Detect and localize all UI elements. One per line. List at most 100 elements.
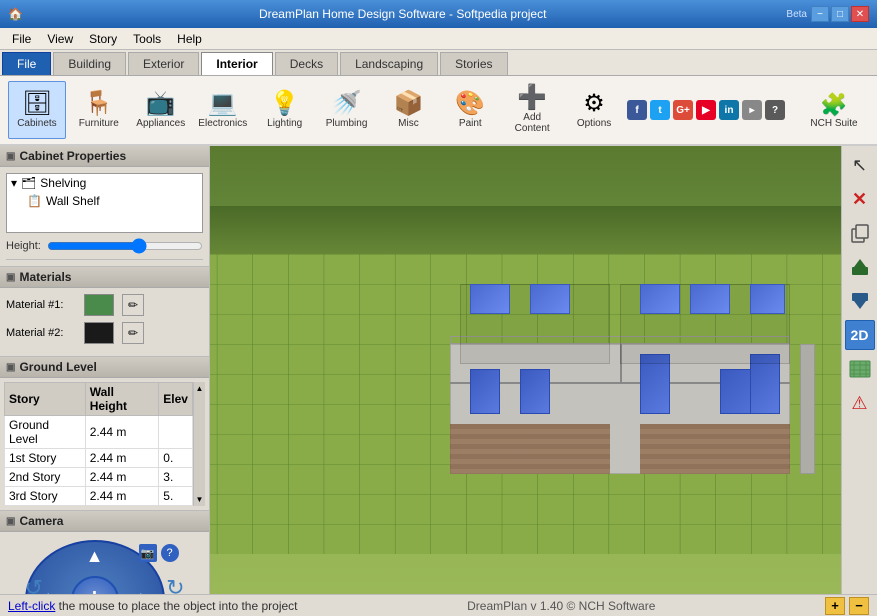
- viewport[interactable]: [210, 146, 841, 594]
- tool-lighting[interactable]: 💡 Lighting: [256, 81, 314, 139]
- cam-photo-button[interactable]: 📷: [139, 544, 157, 562]
- cursor-tool-button[interactable]: ↖: [845, 150, 875, 180]
- more-social-icon[interactable]: ▸: [742, 100, 762, 120]
- copy-tool-button[interactable]: [845, 218, 875, 248]
- level-down-button[interactable]: [845, 286, 875, 316]
- wall-height-val: 2.44 m: [85, 449, 159, 468]
- ground-level-section: ▣ Ground Level Story Wall Height Elev: [0, 357, 209, 511]
- level-up-button[interactable]: [845, 252, 875, 282]
- wall-height-val: 2.44 m: [85, 468, 159, 487]
- tool-paint[interactable]: 🎨 Paint: [441, 81, 499, 139]
- materials-header[interactable]: ▣ Materials: [0, 267, 209, 288]
- tool-options[interactable]: ⚙ Options: [565, 81, 623, 139]
- menu-file[interactable]: File: [4, 30, 39, 48]
- menu-view[interactable]: View: [39, 30, 81, 48]
- status-bar: Left-click the mouse to place the object…: [0, 594, 877, 616]
- height-slider[interactable]: [47, 239, 203, 253]
- right-toolbar: ↖ ✕ 2D: [841, 146, 877, 594]
- warning-tool-button[interactable]: ⚠: [845, 388, 875, 418]
- table-row[interactable]: Ground Level 2.44 m: [5, 416, 193, 449]
- linkedin-icon[interactable]: in: [719, 100, 739, 120]
- plumbing-label: Plumbing: [326, 118, 368, 129]
- tab-building[interactable]: Building: [53, 52, 126, 75]
- tab-landscaping[interactable]: Landscaping: [340, 52, 438, 75]
- table-row[interactable]: 2nd Story 2.44 m 3.: [5, 468, 193, 487]
- table-scroll-up[interactable]: ▲: [196, 384, 204, 393]
- wood-floor-2: [640, 424, 790, 474]
- menu-story[interactable]: Story: [81, 30, 125, 48]
- elev-val: 0.: [159, 449, 193, 468]
- camera-header[interactable]: ▣ Camera: [0, 511, 209, 532]
- material2-swatch[interactable]: [84, 322, 114, 344]
- ground-level-title: Ground Level: [19, 360, 96, 374]
- material1-swatch[interactable]: [84, 294, 114, 316]
- tab-decks[interactable]: Decks: [275, 52, 338, 75]
- wall-height-val: 2.44 m: [85, 416, 159, 449]
- twitter-icon[interactable]: t: [650, 100, 670, 120]
- close-button[interactable]: ✕: [851, 6, 869, 22]
- tool-furniture[interactable]: 🪑 Furniture: [70, 81, 128, 139]
- material1-edit-button[interactable]: ✏: [122, 294, 144, 316]
- maximize-button[interactable]: □: [831, 6, 849, 22]
- cam-up-button[interactable]: ▲: [86, 546, 104, 567]
- cam-rotate-right-button[interactable]: ↻: [166, 575, 184, 594]
- table-row[interactable]: 3rd Story 2.44 m 5.: [5, 487, 193, 506]
- cabinet-tree[interactable]: ▾ 🗂 Shelving 📋 Wall Shelf: [6, 173, 203, 233]
- height-label: Height:: [6, 240, 41, 252]
- youtube-icon[interactable]: ▶: [696, 100, 716, 120]
- status-text: Left-click the mouse to place the object…: [8, 599, 298, 613]
- cabinets-label: Cabinets: [17, 118, 56, 129]
- cabinet-properties-header[interactable]: ▣ Cabinet Properties: [0, 146, 209, 167]
- toolbar: 🗄 Cabinets 🪑 Furniture 📺 Appliances 💻 El…: [0, 76, 877, 146]
- camera-controls: ▲ ▼ ◀ ▶ ✛ ↺ ↻ 📷: [0, 532, 209, 594]
- tool-plumbing[interactable]: 🚿 Plumbing: [318, 81, 376, 139]
- material1-label: Material #1:: [6, 299, 76, 311]
- status-description: the mouse to place the object into the p…: [55, 599, 297, 613]
- tree-item-wall-shelf[interactable]: 📋 Wall Shelf: [7, 192, 202, 210]
- google-icon[interactable]: G+: [673, 100, 693, 120]
- camera-section: ▣ Camera ▲ ▼ ◀ ▶ ✛ ↺: [0, 511, 209, 594]
- tool-misc[interactable]: 📦 Misc: [380, 81, 438, 139]
- cam-right-button[interactable]: ▶: [141, 590, 155, 595]
- tab-exterior[interactable]: Exterior: [128, 52, 199, 75]
- tree-item-shelving[interactable]: ▾ 🗂 Shelving: [7, 174, 202, 192]
- nch-suite-button[interactable]: 🧩 NCH Suite: [799, 89, 869, 132]
- 2d-view-button[interactable]: 2D: [845, 320, 875, 350]
- appliances-label: Appliances: [136, 118, 185, 129]
- menu-bar: File View Story Tools Help: [0, 28, 877, 50]
- window-title: DreamPlan Home Design Software - Softped…: [23, 7, 782, 21]
- facebook-icon[interactable]: f: [627, 100, 647, 120]
- tab-file[interactable]: File: [2, 52, 51, 75]
- material2-row: Material #2: ✏: [6, 322, 203, 344]
- 3d-grid-icon: [849, 360, 871, 378]
- appliances-icon: 📺: [146, 92, 176, 116]
- cam-center-button[interactable]: ✛: [71, 576, 119, 594]
- tab-stories[interactable]: Stories: [440, 52, 507, 75]
- delete-tool-button[interactable]: ✕: [845, 184, 875, 214]
- question-icon[interactable]: ?: [765, 100, 785, 120]
- statusbar-zoom-in-button[interactable]: +: [825, 597, 845, 615]
- cam-help-button[interactable]: ?: [161, 544, 179, 562]
- table-scroll-down[interactable]: ▼: [196, 495, 204, 504]
- tab-interior[interactable]: Interior: [201, 52, 272, 75]
- furniture-icon: 🪑: [84, 92, 114, 116]
- table-row[interactable]: 1st Story 2.44 m 0.: [5, 449, 193, 468]
- 3d-view-button[interactable]: [845, 354, 875, 384]
- material2-edit-button[interactable]: ✏: [122, 322, 144, 344]
- ground-level-header[interactable]: ▣ Ground Level: [0, 357, 209, 378]
- material1-row: Material #1: ✏: [6, 294, 203, 316]
- tool-add-content[interactable]: ➕ Add Content: [503, 81, 561, 139]
- cam-move-icon[interactable]: ✛: [85, 587, 103, 594]
- menu-tools[interactable]: Tools: [125, 30, 169, 48]
- tool-appliances[interactable]: 📺 Appliances: [132, 81, 190, 139]
- lighting-label: Lighting: [267, 118, 302, 129]
- tool-electronics[interactable]: 💻 Electronics: [194, 81, 252, 139]
- tool-cabinets[interactable]: 🗄 Cabinets: [8, 81, 66, 139]
- minimize-button[interactable]: −: [811, 6, 829, 22]
- title-bar: 🏠 DreamPlan Home Design Software - Softp…: [0, 0, 877, 28]
- statusbar-zoom-out-button[interactable]: −: [849, 597, 869, 615]
- title-left: 🏠: [8, 7, 23, 21]
- cam-rotate-left-button[interactable]: ↺: [25, 575, 43, 594]
- menu-help[interactable]: Help: [169, 30, 210, 48]
- elev-val: [159, 416, 193, 449]
